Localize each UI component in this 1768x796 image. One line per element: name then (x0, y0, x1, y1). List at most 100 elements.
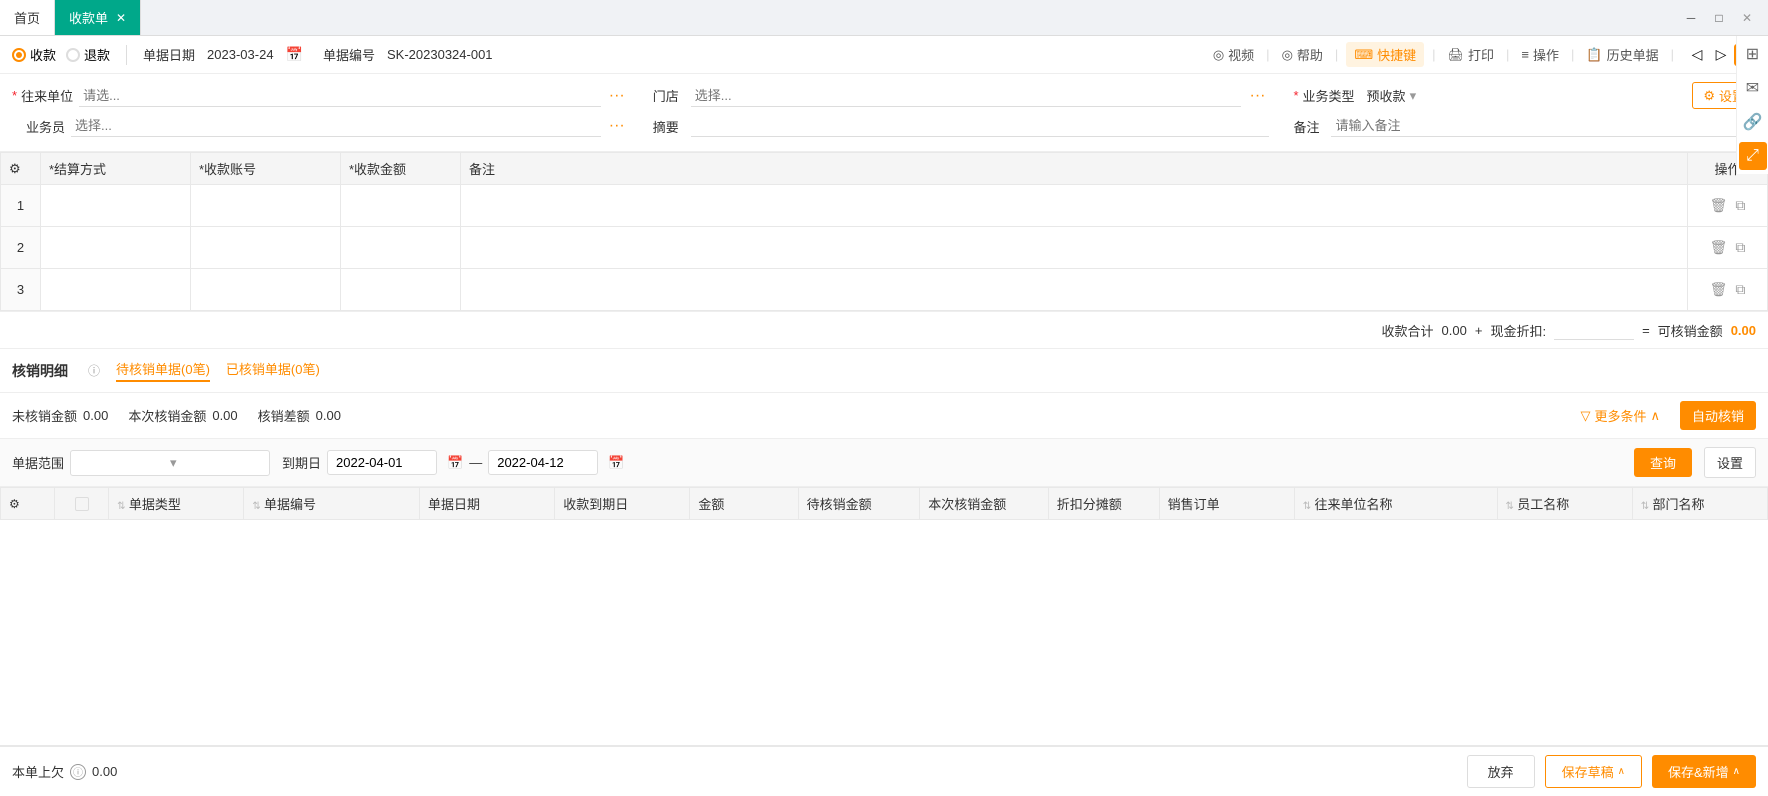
row-2-settle[interactable] (41, 227, 191, 269)
available-label: 可核销金额 (1658, 321, 1723, 340)
save-new-arrow: ∧ (1733, 766, 1740, 777)
row-2-delete-icon[interactable]: 🗑 (1710, 239, 1728, 256)
row-1-delete-icon[interactable]: 🗑 (1710, 197, 1728, 214)
tab-receipt[interactable]: 收款单 ✕ (55, 0, 141, 35)
tab-home[interactable]: 首页 (0, 0, 55, 35)
date-separator: — (469, 455, 482, 470)
video-btn[interactable]: ◎ 视频 (1209, 43, 1258, 66)
print-btn[interactable]: 🖨 打印 (1443, 43, 1498, 66)
divider-1 (126, 45, 127, 65)
shortcut-label: 快捷键 (1377, 45, 1416, 64)
verify-info-icon[interactable]: ⓘ (88, 362, 100, 379)
right-sidebar: ⊞ ✉ 🔗 ⤢ (1736, 36, 1768, 174)
counterparty-more-btn[interactable]: ··· (605, 87, 629, 105)
store-more-btn[interactable]: ··· (1245, 87, 1269, 105)
table-row: 1 🗑 ⧉ (1, 185, 1768, 227)
shortcut-btn[interactable]: ⌨ 快捷键 (1346, 42, 1424, 67)
store-field: 门店 ··· (653, 85, 1270, 107)
date-cal-icon[interactable]: 📅 (286, 46, 303, 63)
counterparty-input[interactable] (79, 85, 601, 107)
radio-refund[interactable]: 退款 (66, 45, 110, 64)
row-3-ops: 🗑 ⧉ (1688, 269, 1768, 311)
store-input[interactable] (691, 85, 1242, 107)
row-2-notes[interactable] (461, 227, 1688, 269)
save-draft-label: 保存草稿 (1562, 762, 1614, 781)
number-label: 单据编号 (323, 45, 375, 64)
store-label: 门店 (653, 86, 679, 105)
video-label: 视频 (1228, 45, 1254, 64)
range-select[interactable]: ▾ (70, 450, 270, 476)
salesperson-more-btn[interactable]: ··· (605, 117, 629, 135)
range-select-arrow: ▾ (170, 455, 261, 471)
help-btn[interactable]: ◎ 帮助 (1278, 43, 1327, 66)
business-type-arrow: ▾ (1410, 88, 1417, 104)
row-1-ops: 🗑 ⧉ (1688, 185, 1768, 227)
dth-discount: 折扣分摊额 (1048, 488, 1159, 520)
sidebar-mail-icon[interactable]: ✉ (1739, 74, 1767, 102)
business-type-select[interactable]: 预收款 ▾ (1367, 86, 1685, 105)
row-2-amount[interactable] (341, 227, 461, 269)
plus-sign: + (1475, 323, 1483, 338)
discount-input[interactable] (1554, 320, 1634, 340)
help-icon: ◎ (1282, 47, 1293, 63)
row-1-settle[interactable] (41, 185, 191, 227)
row-2-account[interactable] (191, 227, 341, 269)
filter-more-btn[interactable]: ▽ 更多条件 ∧ (1580, 406, 1660, 425)
abandon-btn[interactable]: 放弃 (1467, 755, 1535, 788)
notes-input[interactable] (1331, 115, 1756, 137)
auto-verify-btn[interactable]: 自动核销 (1680, 401, 1756, 430)
help-label: 帮助 (1297, 45, 1323, 64)
tab-receipt-close[interactable]: ✕ (116, 11, 126, 25)
done-tab[interactable]: 已核销单据(0笔) (226, 359, 320, 382)
row-3-notes[interactable] (461, 269, 1688, 311)
row-3-settle[interactable] (41, 269, 191, 311)
row-1-copy-icon[interactable]: ⧉ (1735, 197, 1745, 214)
row-1-account[interactable] (191, 185, 341, 227)
due-date-from-cal[interactable]: 📅 (447, 455, 463, 471)
th-gear[interactable]: ⚙ (1, 153, 41, 185)
sidebar-table-icon[interactable]: ⊞ (1739, 40, 1767, 68)
minimize-button[interactable]: ─ (1682, 9, 1700, 27)
save-draft-btn[interactable]: 保存草稿 ∧ (1545, 755, 1642, 788)
sidebar-link-icon[interactable]: 🔗 (1739, 108, 1767, 136)
history-btn[interactable]: 📋 历史单据 (1582, 43, 1662, 66)
business-type-req: * (1293, 88, 1298, 103)
maximize-button[interactable]: □ (1710, 9, 1728, 27)
query-btn[interactable]: 查询 (1634, 448, 1692, 477)
row-2-num: 2 (1, 227, 41, 269)
sidebar-expand-icon[interactable]: ⤢ (1739, 142, 1767, 170)
info-icon-circle[interactable]: ⓘ (70, 764, 86, 780)
row-3-copy-icon[interactable]: ⧉ (1735, 281, 1745, 298)
table-header-row: ⚙ *结算方式 *收款账号 *收款金额 备注 (1, 153, 1768, 185)
row-1-notes[interactable] (461, 185, 1688, 227)
sort-icon: ⇅ (117, 501, 125, 512)
dth-gear[interactable]: ⚙ (1, 488, 55, 520)
due-date-to-input[interactable] (488, 450, 598, 475)
layout-list-icon[interactable]: ◁ (1686, 44, 1708, 66)
th-account: *收款账号 (191, 153, 341, 185)
row-2-copy-icon[interactable]: ⧉ (1735, 239, 1745, 256)
row-3-delete-icon[interactable]: 🗑 (1710, 281, 1728, 298)
layout-grid-icon[interactable]: ▷ (1710, 44, 1732, 66)
summary-input[interactable] (691, 115, 1270, 137)
pending-tab[interactable]: 待核销单据(0笔) (116, 359, 210, 382)
row-1-amount[interactable] (341, 185, 461, 227)
radio-receipt[interactable]: 收款 (12, 45, 56, 64)
close-button[interactable]: ✕ (1738, 9, 1756, 27)
filter-settings-btn[interactable]: 设置 (1704, 447, 1756, 478)
due-date-from-input[interactable] (327, 450, 437, 475)
select-all-checkbox[interactable] (75, 497, 89, 511)
dth-check (55, 488, 109, 520)
operation-btn[interactable]: ≡ 操作 (1517, 43, 1563, 66)
due-date-to-cal[interactable]: 📅 (608, 455, 624, 471)
row-3-amount[interactable] (341, 269, 461, 311)
row-3-account[interactable] (191, 269, 341, 311)
history-label: 历史单据 (1607, 45, 1659, 64)
toolbar-row: 收款 退款 单据日期 2023-03-24 📅 单据编号 SK-20230324… (0, 36, 1768, 74)
business-type-field: * 业务类型 预收款 ▾ ⚙ 设置 (1293, 82, 1756, 109)
salesperson-input[interactable] (71, 115, 601, 137)
verify-title: 核销明细 (12, 361, 68, 381)
radio-refund-dot (66, 48, 80, 62)
save-new-btn[interactable]: 保存&新增 ∧ (1652, 755, 1756, 788)
dth-pending: 待核销金额 (798, 488, 920, 520)
